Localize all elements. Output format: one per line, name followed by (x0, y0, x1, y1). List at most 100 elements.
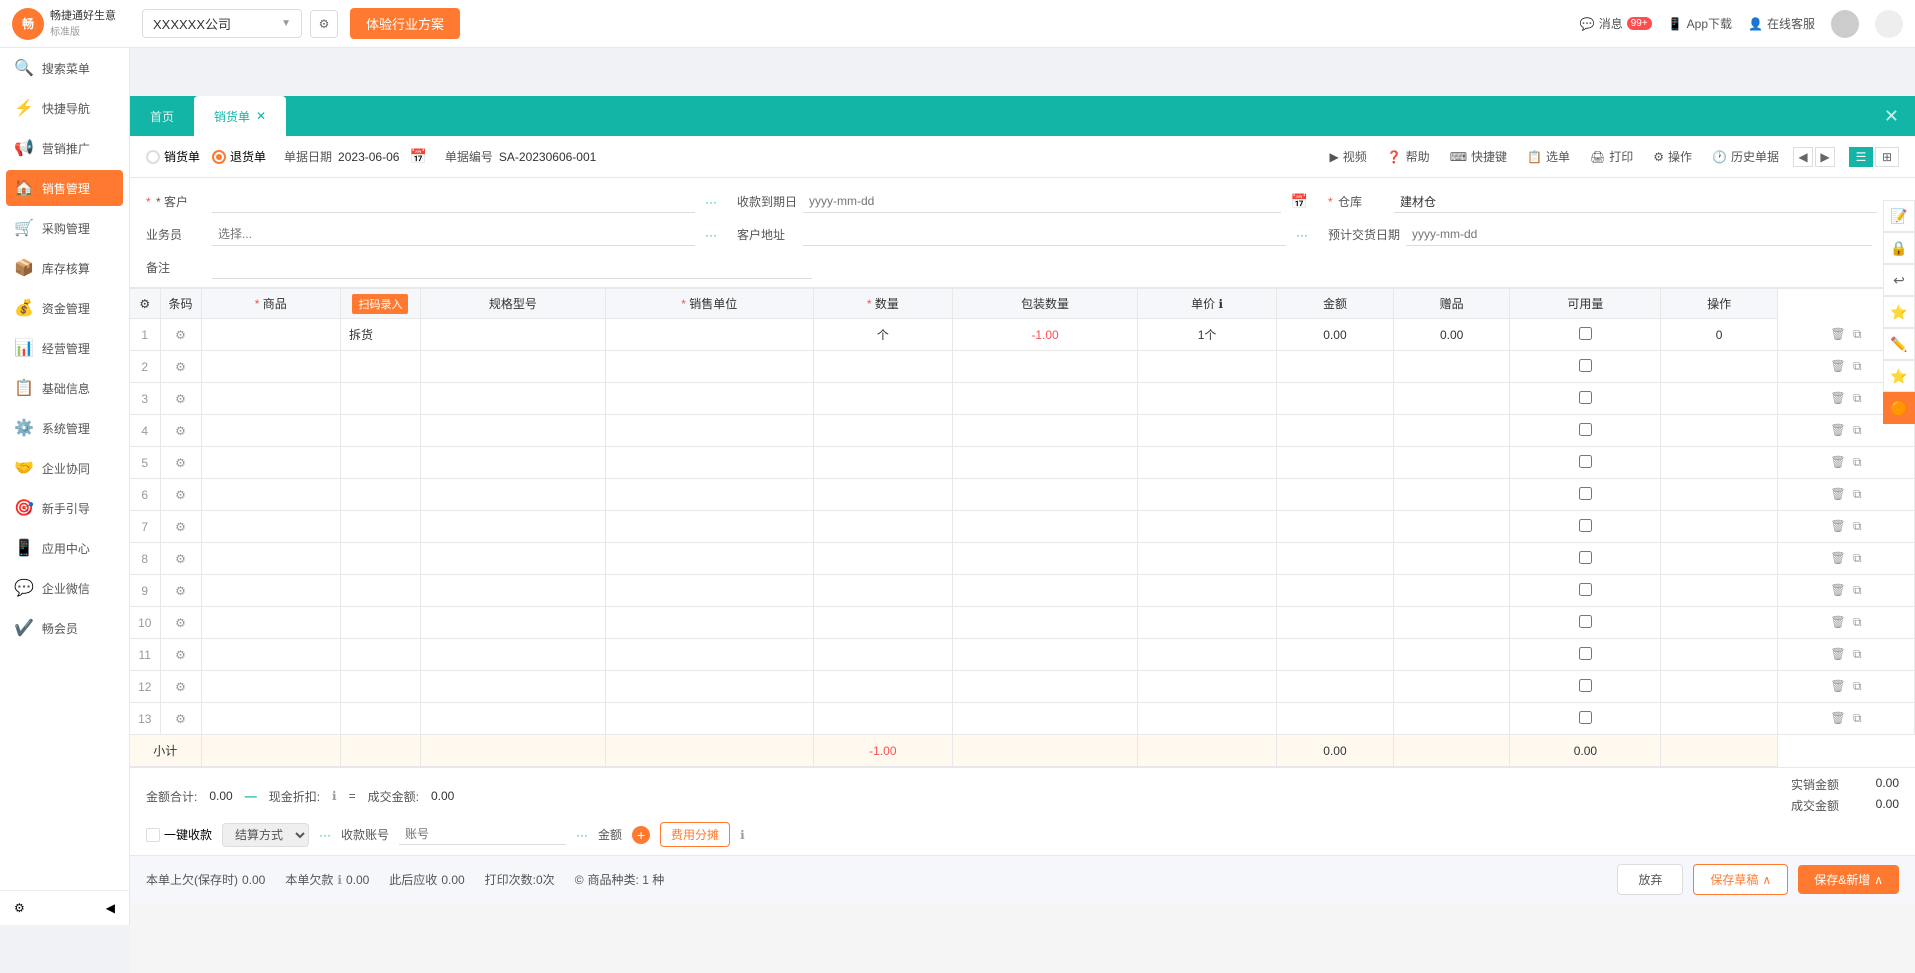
row-product[interactable] (340, 447, 420, 479)
row-amount[interactable] (1393, 543, 1510, 575)
row-delete-icon[interactable]: 🗑 (1830, 711, 1845, 725)
row-barcode[interactable] (201, 415, 340, 447)
row-amount[interactable] (1393, 639, 1510, 671)
customer-dots[interactable]: ··· (705, 195, 717, 209)
row-unit[interactable] (813, 543, 952, 575)
row-spec[interactable] (605, 383, 813, 415)
sidebar-item-capital[interactable]: 💰 资金管理 (0, 288, 129, 328)
tab-home[interactable]: 首页 (130, 96, 194, 136)
float-edit-btn[interactable]: ✏️ (1883, 328, 1915, 360)
row-barcode[interactable] (201, 447, 340, 479)
row-product[interactable] (340, 511, 420, 543)
row-spec[interactable] (605, 543, 813, 575)
customer-addr-dots[interactable]: ··· (1296, 228, 1308, 242)
add-payment-btn[interactable]: + (632, 826, 650, 844)
row-pkg-qty[interactable] (1138, 511, 1277, 543)
view-list-btn[interactable]: ☰ (1849, 147, 1873, 167)
row-barcode[interactable] (201, 607, 340, 639)
row-price[interactable] (1277, 383, 1394, 415)
nav-next[interactable]: ▶ (1815, 147, 1835, 167)
sidebar-item-quick-nav[interactable]: ⚡ 快捷导航 (0, 88, 129, 128)
row-unit[interactable] (813, 383, 952, 415)
history-btn[interactable]: 🕐 历史单据 (1706, 144, 1785, 169)
row-price[interactable]: 0.00 (1277, 319, 1394, 351)
row-delete-icon[interactable]: 🗑 (1830, 551, 1845, 565)
row-qty[interactable] (953, 511, 1138, 543)
account-no-input[interactable] (399, 824, 566, 845)
payment-calendar-icon[interactable]: 📅 (1291, 193, 1308, 210)
row-unit[interactable] (813, 511, 952, 543)
app-download-btn[interactable]: 📱 App下载 (1668, 15, 1732, 32)
row-pkg-qty[interactable] (1138, 415, 1277, 447)
row-gift[interactable] (1510, 351, 1661, 383)
row-price[interactable] (1277, 511, 1394, 543)
payment-date-input[interactable] (803, 190, 1281, 213)
row-gift[interactable] (1510, 671, 1661, 703)
tab-sales-order[interactable]: 销货单 ✕ (194, 96, 286, 136)
float-orange-btn[interactable]: 🟠 (1883, 392, 1915, 424)
row-price[interactable] (1277, 415, 1394, 447)
print-btn[interactable]: 🖨 打印 (1584, 144, 1639, 169)
row-unit[interactable] (813, 351, 952, 383)
row-pkg-qty[interactable] (1138, 383, 1277, 415)
row-delete-icon[interactable]: 🗑 (1830, 487, 1845, 501)
row-product[interactable] (340, 607, 420, 639)
row-unit[interactable] (813, 607, 952, 639)
row-gift[interactable] (1510, 479, 1661, 511)
sidebar-item-member[interactable]: ✔️ 畅会员 (0, 608, 129, 648)
sidebar-item-operation[interactable]: 📊 经营管理 (0, 328, 129, 368)
row-delete-icon[interactable]: 🗑 (1830, 647, 1845, 661)
sidebar-item-search[interactable]: 🔍 搜索菜单 (0, 48, 129, 88)
row-delete-icon[interactable]: 🗑 (1830, 327, 1845, 341)
row-copy-icon[interactable]: ⧉ (1853, 455, 1862, 469)
row-spec[interactable] (605, 703, 813, 735)
float-star-btn[interactable]: ⭐ (1883, 296, 1915, 328)
settlement-dots[interactable]: ··· (319, 828, 331, 842)
row-amount[interactable] (1393, 351, 1510, 383)
row-product[interactable] (340, 639, 420, 671)
tab-close-icon[interactable]: ✕ (256, 109, 266, 123)
float-fav-btn[interactable]: ⭐ (1883, 360, 1915, 392)
row-price[interactable] (1277, 671, 1394, 703)
save-new-btn[interactable]: 保存&新增 ∧ (1798, 865, 1899, 894)
row-spec[interactable] (605, 479, 813, 511)
row-copy-icon[interactable]: ⧉ (1853, 583, 1862, 597)
row-delete-icon[interactable]: 🗑 (1830, 679, 1845, 693)
radio-sales[interactable]: 销货单 (146, 148, 200, 165)
row-price[interactable] (1277, 575, 1394, 607)
float-lock-btn[interactable]: 🔒 (1883, 232, 1915, 264)
row-amount[interactable] (1393, 703, 1510, 735)
row-price[interactable] (1277, 543, 1394, 575)
row-pkg-qty[interactable] (1138, 575, 1277, 607)
row-product[interactable] (340, 575, 420, 607)
row-amount[interactable] (1393, 671, 1510, 703)
row-price[interactable] (1277, 607, 1394, 639)
row-amount[interactable] (1393, 511, 1510, 543)
save-draft-btn[interactable]: 保存草稿 ∧ (1693, 864, 1788, 895)
row-barcode[interactable] (201, 575, 340, 607)
sidebar-item-sales[interactable]: 🏠 销售管理 (6, 170, 123, 206)
settings-gear-btn[interactable]: ⚙ (310, 10, 338, 38)
sidebar-item-marketing[interactable]: 📢 营销推广 (0, 128, 129, 168)
salesperson-dots[interactable]: ··· (705, 228, 717, 242)
row-product[interactable] (340, 351, 420, 383)
row-copy-icon[interactable]: ⧉ (1853, 327, 1862, 341)
row-spec[interactable] (605, 351, 813, 383)
shortcut-btn[interactable]: ⌨ 快捷键 (1444, 144, 1513, 169)
row-unit[interactable] (813, 447, 952, 479)
view-grid-btn[interactable]: ⊞ (1875, 147, 1899, 167)
message-btn[interactable]: 💬 消息 99+ (1580, 15, 1652, 32)
row-product[interactable] (340, 543, 420, 575)
scan-input-btn[interactable]: 扫码录入 (352, 294, 408, 314)
row-qty[interactable] (953, 671, 1138, 703)
row-spec[interactable] (605, 671, 813, 703)
company-selector[interactable]: XXXXXX公司 ▼ (142, 9, 302, 38)
tab-close-all-btn[interactable]: ✕ (1868, 106, 1915, 127)
date-value[interactable]: 2023-06-06 (338, 150, 399, 164)
row-amount[interactable] (1393, 383, 1510, 415)
row-pkg-qty[interactable] (1138, 607, 1277, 639)
sidebar-item-wechat[interactable]: 💬 企业微信 (0, 568, 129, 608)
discard-btn[interactable]: 放弃 (1617, 864, 1683, 895)
row-qty[interactable] (953, 575, 1138, 607)
sidebar-item-inventory[interactable]: 📦 库存核算 (0, 248, 129, 288)
